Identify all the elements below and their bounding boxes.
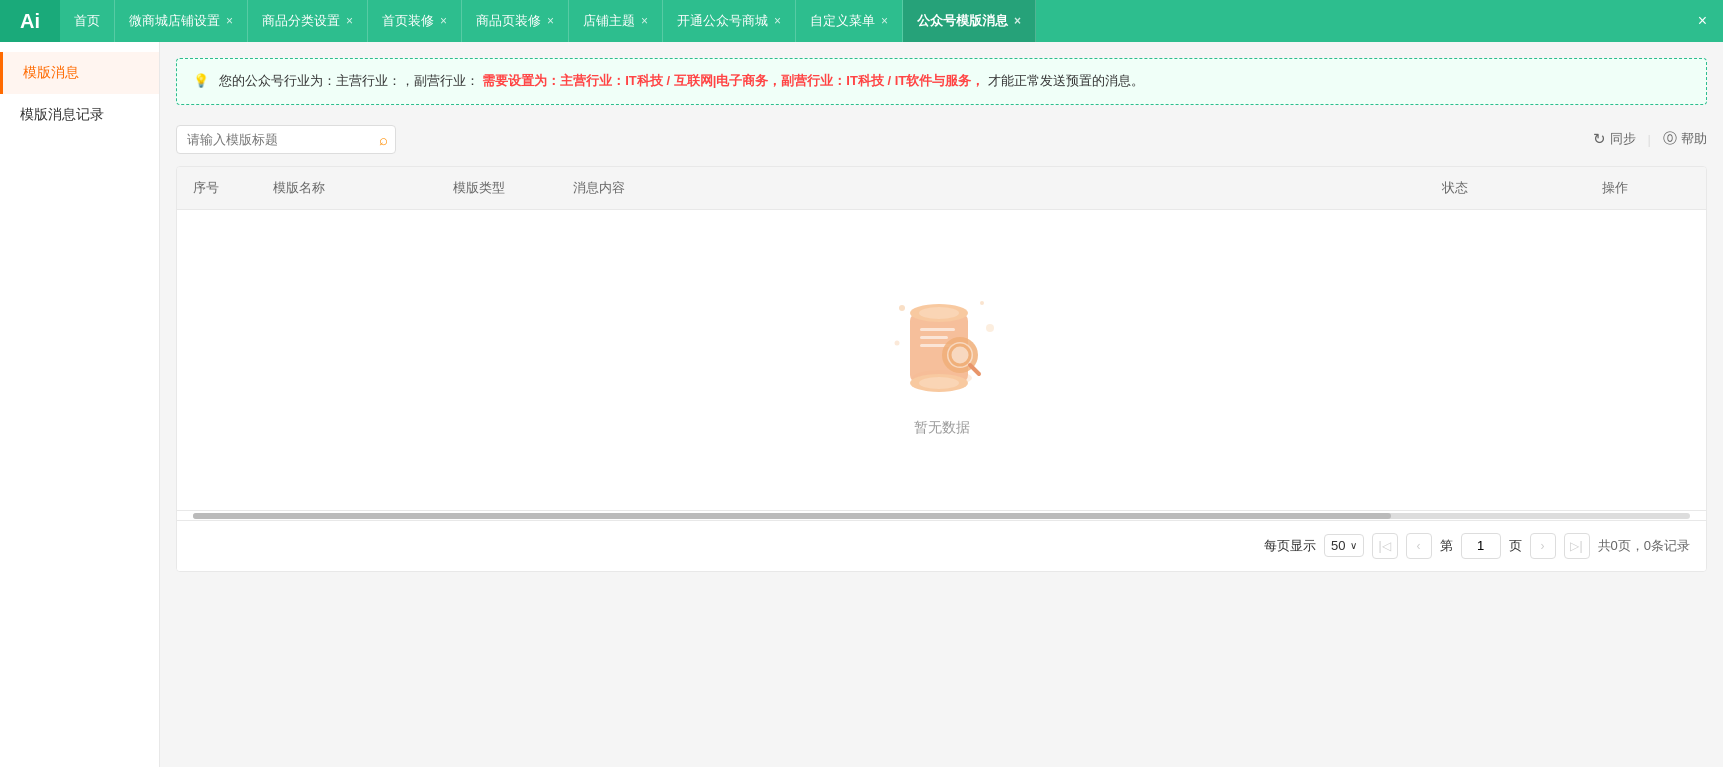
table-body-empty: 暂无数据: [177, 210, 1706, 510]
tab-product-category[interactable]: 商品分类设置 ×: [248, 0, 368, 42]
sync-icon: ↻: [1593, 130, 1606, 148]
tab-product-deco[interactable]: 商品页装修 ×: [462, 0, 569, 42]
notice-icon: 💡: [193, 73, 209, 88]
page-last-button[interactable]: ▷|: [1564, 533, 1590, 559]
search-left: ⌕: [176, 125, 396, 154]
close-tab-store-theme[interactable]: ×: [641, 14, 648, 28]
svg-point-5: [919, 377, 959, 389]
empty-illustration: [882, 283, 1002, 403]
page-first-button[interactable]: |◁: [1372, 533, 1398, 559]
divider: |: [1648, 132, 1651, 147]
total-info: 共0页，0条记录: [1598, 537, 1690, 555]
svg-point-16: [894, 340, 899, 345]
close-tab-wshop-settings[interactable]: ×: [226, 14, 233, 28]
sync-button[interactable]: ↻ 同步: [1593, 130, 1636, 148]
help-button[interactable]: ⓪ 帮助: [1663, 130, 1707, 148]
notice-highlight: 需要设置为：主营行业：IT科技 / 互联网|电子商务，副营行业：IT科技 / I…: [482, 73, 984, 88]
svg-point-13: [899, 305, 905, 311]
close-tab-open-mall[interactable]: ×: [774, 14, 781, 28]
sidebar-item-template-msg[interactable]: 模版消息: [0, 52, 159, 94]
close-tab-template-msg[interactable]: ×: [1014, 14, 1021, 28]
notice-box: 💡 您的公众号行业为：主营行业：，副营行业： 需要设置为：主营行业：IT科技 /…: [176, 58, 1707, 105]
page-prev-button[interactable]: ‹: [1406, 533, 1432, 559]
notice-prefix: 您的公众号行业为：主营行业：，副营行业：: [219, 73, 479, 88]
search-icon[interactable]: ⌕: [379, 131, 388, 148]
tab-open-mall[interactable]: 开通公众号商城 ×: [663, 0, 796, 42]
table-header: 序号 模版名称 模版类型 消息内容 状态 操作: [177, 167, 1706, 210]
page-size-select[interactable]: 50 ∨: [1324, 534, 1363, 557]
close-tab-product-category[interactable]: ×: [346, 14, 353, 28]
col-header-name: 模版名称: [257, 167, 437, 209]
tab-custom-menu[interactable]: 自定义菜单 ×: [796, 0, 903, 42]
page-number-input[interactable]: [1461, 533, 1501, 559]
search-input[interactable]: [176, 125, 396, 154]
page-size-label: 每页显示: [1264, 537, 1316, 555]
col-header-action: 操作: [1586, 167, 1706, 209]
tab-wshop-settings[interactable]: 微商城店铺设置 ×: [115, 0, 248, 42]
tab-home[interactable]: 首页: [60, 0, 115, 42]
svg-point-15: [986, 324, 994, 332]
logo: Ai: [0, 0, 60, 42]
search-input-wrapper: ⌕: [176, 125, 396, 154]
scrollbar-track[interactable]: [193, 513, 1690, 519]
tab-bar: Ai 首页 微商城店铺设置 × 商品分类设置 × 首页装修 × 商品页装修 × …: [0, 0, 1723, 42]
col-header-type: 模版类型: [437, 167, 557, 209]
search-bar: ⌕ ↻ 同步 | ⓪ 帮助: [176, 125, 1707, 154]
global-close-button[interactable]: ×: [1682, 0, 1723, 42]
close-tab-homepage-deco[interactable]: ×: [440, 14, 447, 28]
help-icon: ⓪: [1663, 130, 1677, 148]
svg-rect-7: [920, 336, 948, 339]
scrollbar-area[interactable]: [177, 510, 1706, 520]
sidebar-item-template-msg-record[interactable]: 模版消息记录: [0, 94, 159, 136]
close-tab-custom-menu[interactable]: ×: [881, 14, 888, 28]
table-container: 序号 模版名称 模版类型 消息内容 状态 操作: [176, 166, 1707, 572]
svg-line-12: [970, 365, 979, 374]
tab-homepage-deco[interactable]: 首页装修 ×: [368, 0, 462, 42]
chevron-down-icon: ∨: [1350, 540, 1357, 551]
empty-text: 暂无数据: [914, 419, 970, 437]
content-area: 💡 您的公众号行业为：主营行业：，副营行业： 需要设置为：主营行业：IT科技 /…: [160, 42, 1723, 767]
sidebar: 模版消息 模版消息记录: [0, 42, 160, 767]
pagination: 每页显示 50 ∨ |◁ ‹ 第 页 › ▷| 共0页，0条记录: [177, 520, 1706, 571]
tab-template-msg[interactable]: 公众号模版消息 ×: [903, 0, 1036, 42]
close-tab-product-deco[interactable]: ×: [547, 14, 554, 28]
scrollbar-thumb[interactable]: [193, 513, 1391, 519]
col-header-index: 序号: [177, 167, 257, 209]
page-next-button[interactable]: ›: [1530, 533, 1556, 559]
search-right: ↻ 同步 | ⓪ 帮助: [1593, 130, 1707, 148]
svg-rect-6: [920, 328, 955, 331]
page-prefix: 第: [1440, 537, 1453, 555]
notice-suffix: 才能正常发送预置的消息。: [988, 73, 1144, 88]
col-header-status: 状态: [1426, 167, 1586, 209]
col-header-content: 消息内容: [557, 167, 1426, 209]
page-suffix: 页: [1509, 537, 1522, 555]
svg-point-14: [980, 301, 984, 305]
main-layout: 模版消息 模版消息记录 💡 您的公众号行业为：主营行业：，副营行业： 需要设置为…: [0, 42, 1723, 767]
tab-store-theme[interactable]: 店铺主题 ×: [569, 0, 663, 42]
svg-point-3: [919, 307, 959, 319]
